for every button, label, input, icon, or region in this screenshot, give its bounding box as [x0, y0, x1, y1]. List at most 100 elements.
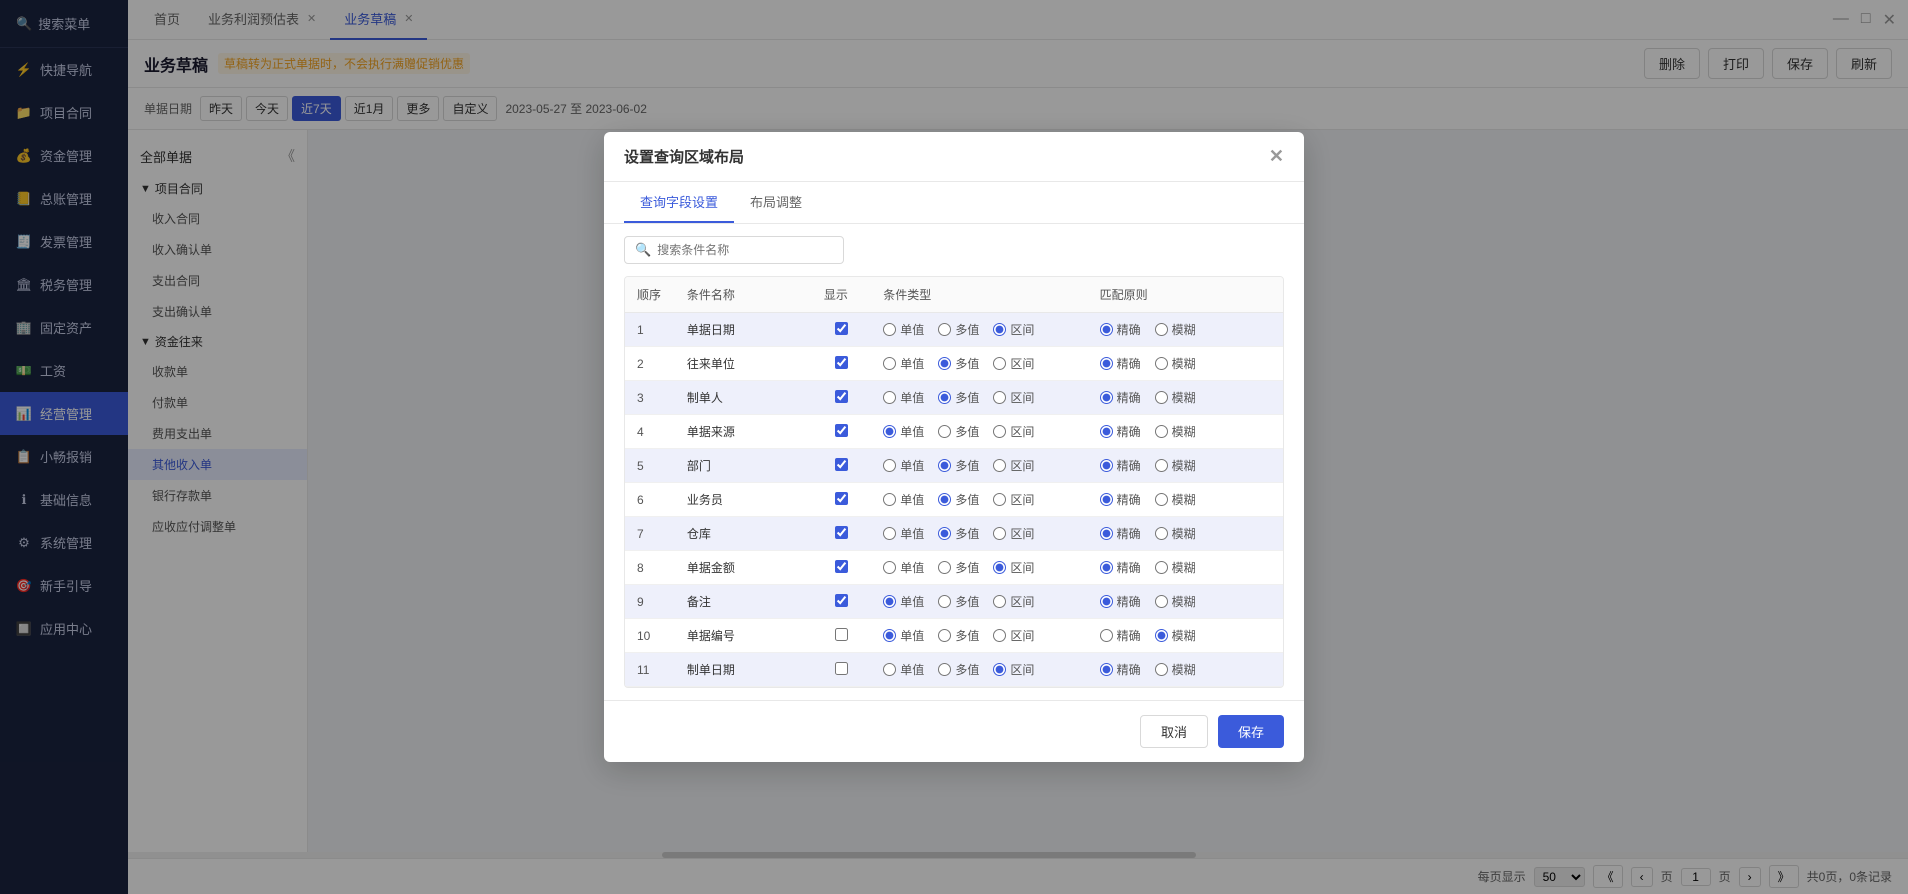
match-radio[interactable]: [1155, 323, 1168, 336]
type-radio-option[interactable]: 多值: [938, 389, 979, 406]
match-radio-option[interactable]: 模糊: [1155, 321, 1196, 338]
type-radio[interactable]: [938, 357, 951, 370]
match-radio-option[interactable]: 精确: [1100, 559, 1141, 576]
show-checkbox[interactable]: [835, 322, 848, 335]
type-radio-option[interactable]: 多值: [938, 321, 979, 338]
type-radio-option[interactable]: 区间: [993, 559, 1034, 576]
type-radio[interactable]: [993, 561, 1006, 574]
match-radio[interactable]: [1155, 595, 1168, 608]
type-radio-option[interactable]: 区间: [993, 593, 1034, 610]
match-radio[interactable]: [1100, 663, 1113, 676]
match-radio[interactable]: [1155, 561, 1168, 574]
type-radio[interactable]: [993, 663, 1006, 676]
match-radio[interactable]: [1100, 323, 1113, 336]
match-radio[interactable]: [1155, 425, 1168, 438]
match-radio[interactable]: [1100, 595, 1113, 608]
type-radio[interactable]: [938, 527, 951, 540]
type-radio-option[interactable]: 区间: [993, 457, 1034, 474]
type-radio-option[interactable]: 区间: [993, 423, 1034, 440]
type-radio[interactable]: [993, 459, 1006, 472]
type-radio-option[interactable]: 多值: [938, 627, 979, 644]
show-checkbox[interactable]: [835, 458, 848, 471]
type-radio[interactable]: [938, 459, 951, 472]
type-radio-option[interactable]: 单值: [883, 355, 924, 372]
type-radio[interactable]: [883, 629, 896, 642]
match-radio[interactable]: [1155, 663, 1168, 676]
show-checkbox[interactable]: [835, 424, 848, 437]
type-radio-option[interactable]: 区间: [993, 661, 1034, 678]
match-radio[interactable]: [1155, 459, 1168, 472]
type-radio[interactable]: [938, 391, 951, 404]
show-checkbox[interactable]: [835, 356, 848, 369]
show-checkbox[interactable]: [835, 492, 848, 505]
type-radio[interactable]: [938, 493, 951, 506]
type-radio[interactable]: [883, 561, 896, 574]
modal-tab-field-settings[interactable]: 查询字段设置: [624, 182, 734, 223]
type-radio-option[interactable]: 多值: [938, 491, 979, 508]
type-radio-option[interactable]: 区间: [993, 389, 1034, 406]
type-radio-option[interactable]: 区间: [993, 321, 1034, 338]
type-radio-option[interactable]: 单值: [883, 627, 924, 644]
show-checkbox[interactable]: [835, 662, 848, 675]
type-radio[interactable]: [938, 425, 951, 438]
type-radio[interactable]: [883, 493, 896, 506]
type-radio[interactable]: [993, 629, 1006, 642]
match-radio-option[interactable]: 精确: [1100, 627, 1141, 644]
match-radio-option[interactable]: 模糊: [1155, 593, 1196, 610]
match-radio-option[interactable]: 模糊: [1155, 661, 1196, 678]
type-radio-option[interactable]: 区间: [993, 627, 1034, 644]
match-radio-option[interactable]: 模糊: [1155, 627, 1196, 644]
match-radio[interactable]: [1100, 561, 1113, 574]
type-radio-option[interactable]: 单值: [883, 593, 924, 610]
type-radio-option[interactable]: 单值: [883, 525, 924, 542]
match-radio-option[interactable]: 精确: [1100, 525, 1141, 542]
match-radio-option[interactable]: 精确: [1100, 491, 1141, 508]
type-radio[interactable]: [883, 323, 896, 336]
type-radio[interactable]: [938, 595, 951, 608]
match-radio[interactable]: [1100, 391, 1113, 404]
match-radio-option[interactable]: 模糊: [1155, 423, 1196, 440]
match-radio-option[interactable]: 模糊: [1155, 559, 1196, 576]
type-radio-option[interactable]: 多值: [938, 525, 979, 542]
type-radio[interactable]: [993, 425, 1006, 438]
type-radio-option[interactable]: 区间: [993, 355, 1034, 372]
type-radio[interactable]: [993, 323, 1006, 336]
modal-close-button[interactable]: ✕: [1269, 146, 1284, 167]
type-radio[interactable]: [883, 459, 896, 472]
show-checkbox[interactable]: [835, 628, 848, 641]
type-radio[interactable]: [883, 357, 896, 370]
match-radio[interactable]: [1100, 425, 1113, 438]
match-radio-option[interactable]: 精确: [1100, 355, 1141, 372]
type-radio-option[interactable]: 多值: [938, 559, 979, 576]
type-radio-option[interactable]: 多值: [938, 355, 979, 372]
type-radio[interactable]: [883, 425, 896, 438]
match-radio-option[interactable]: 模糊: [1155, 525, 1196, 542]
type-radio-option[interactable]: 单值: [883, 457, 924, 474]
match-radio[interactable]: [1100, 527, 1113, 540]
show-checkbox[interactable]: [835, 390, 848, 403]
match-radio-option[interactable]: 精确: [1100, 457, 1141, 474]
match-radio[interactable]: [1155, 527, 1168, 540]
type-radio[interactable]: [883, 527, 896, 540]
type-radio-option[interactable]: 单值: [883, 491, 924, 508]
show-checkbox[interactable]: [835, 526, 848, 539]
match-radio[interactable]: [1100, 357, 1113, 370]
match-radio-option[interactable]: 精确: [1100, 321, 1141, 338]
type-radio-option[interactable]: 多值: [938, 423, 979, 440]
match-radio-option[interactable]: 模糊: [1155, 355, 1196, 372]
type-radio[interactable]: [883, 663, 896, 676]
modal-search-input[interactable]: [657, 243, 817, 257]
match-radio[interactable]: [1100, 493, 1113, 506]
type-radio-option[interactable]: 单值: [883, 661, 924, 678]
type-radio[interactable]: [993, 527, 1006, 540]
match-radio[interactable]: [1155, 391, 1168, 404]
type-radio-option[interactable]: 区间: [993, 525, 1034, 542]
type-radio-option[interactable]: 多值: [938, 661, 979, 678]
match-radio[interactable]: [1155, 629, 1168, 642]
type-radio[interactable]: [938, 629, 951, 642]
match-radio[interactable]: [1155, 493, 1168, 506]
modal-search-box[interactable]: 🔍: [624, 236, 844, 264]
match-radio-option[interactable]: 模糊: [1155, 457, 1196, 474]
match-radio-option[interactable]: 模糊: [1155, 491, 1196, 508]
type-radio[interactable]: [938, 561, 951, 574]
